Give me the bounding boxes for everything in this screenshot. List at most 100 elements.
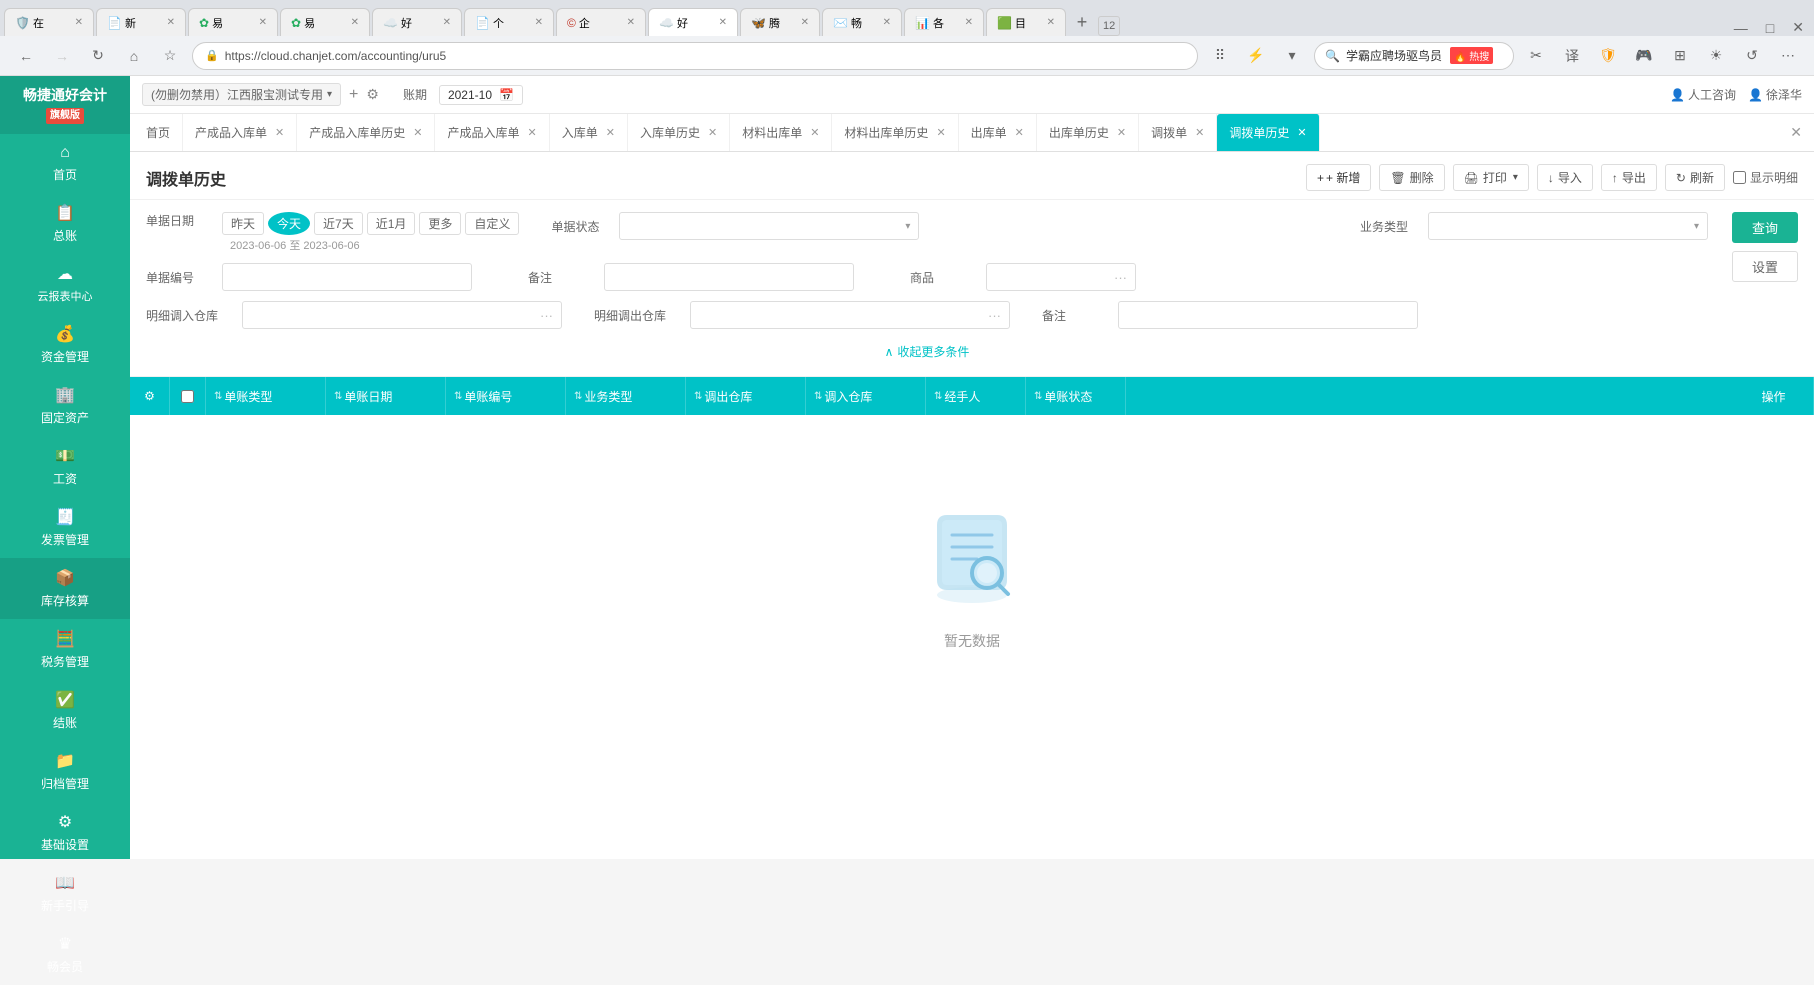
export-btn[interactable]: ↑ 导出 [1601, 164, 1657, 191]
company-select[interactable]: (勿删勿禁用）江西服宝测试专用 ▾ [142, 83, 341, 106]
extensions-icon[interactable]: ⠿ [1206, 42, 1234, 70]
goods-input-area[interactable]: ··· [986, 263, 1136, 291]
th-biz-type[interactable]: ⇅ 业务类型 [566, 377, 686, 415]
sidebar-item-invoice[interactable]: 🧾 发票管理 [0, 497, 130, 558]
nav-tab-in[interactable]: 入库单 ✕ [550, 114, 628, 152]
tab-close-5[interactable]: ✕ [443, 17, 451, 28]
date-btn-today[interactable]: 今天 [268, 212, 310, 235]
tab-close-10[interactable]: ✕ [883, 17, 891, 28]
th-bill-date[interactable]: ⇅ 单账日期 [326, 377, 446, 415]
tab-close-6[interactable]: ✕ [535, 17, 543, 28]
dropdown-btn[interactable]: ▾ [1278, 42, 1306, 70]
tab-close-8[interactable]: ✕ [719, 17, 727, 28]
back-btn[interactable]: ← [12, 42, 40, 70]
sidebar-item-settings[interactable]: ⚙ 基础设置 [0, 802, 130, 863]
display-checkbox[interactable] [1733, 171, 1746, 184]
print-dropdown-icon[interactable]: ▾ [1513, 172, 1518, 183]
lightning-icon[interactable]: ⚡ [1242, 42, 1270, 70]
forward-btn[interactable]: → [48, 42, 76, 70]
tab-x-material-out[interactable]: ✕ [810, 126, 819, 139]
tab-close-3[interactable]: ✕ [259, 17, 267, 28]
sidebar-item-assets[interactable]: 🏢 固定资产 [0, 375, 130, 436]
tab-x-material-out-hist[interactable]: ✕ [936, 126, 945, 139]
translate-icon[interactable]: 译 [1558, 42, 1586, 70]
browser-tab-8[interactable]: ☁️ 好 ✕ [648, 8, 738, 36]
home-btn[interactable]: ⌂ [120, 42, 148, 70]
nav-tab-out-hist[interactable]: 出库单历史 ✕ [1037, 114, 1139, 152]
refresh-browser-btn[interactable]: ↻ [84, 42, 112, 70]
tab-x-transfer-hist[interactable]: ✕ [1297, 126, 1306, 139]
nav-tab-transfer[interactable]: 调拨单 ✕ [1139, 114, 1217, 152]
date-btn-1month[interactable]: 近1月 [367, 212, 416, 235]
tab-close-9[interactable]: ✕ [801, 17, 809, 28]
scissor-icon[interactable]: ✂ [1522, 42, 1550, 70]
sidebar-item-guide[interactable]: 📖 新手引导 [0, 863, 130, 924]
tab-x-product-in[interactable]: ✕ [275, 126, 284, 139]
sidebar-item-close[interactable]: ✅ 结账 [0, 680, 130, 741]
close-btn[interactable]: ✕ [1786, 19, 1810, 36]
import-btn[interactable]: ↓ 导入 [1537, 164, 1593, 191]
maximize-btn[interactable]: □ [1760, 20, 1780, 36]
grid-icon[interactable]: ⊞ [1666, 42, 1694, 70]
tab-x-in-hist[interactable]: ✕ [708, 126, 717, 139]
browser-tab-3[interactable]: ✿ 易 ✕ [188, 8, 278, 36]
detail-in-more-icon[interactable]: ··· [540, 308, 553, 323]
nav-tab-product-in-2[interactable]: 产成品入库单 ✕ [435, 114, 549, 152]
tab-close-7[interactable]: ✕ [627, 17, 635, 28]
date-btn-7days[interactable]: 近7天 [314, 212, 363, 235]
new-tab-btn[interactable]: + [1068, 8, 1096, 36]
browser-tab-5[interactable]: ☁️ 好 ✕ [372, 8, 462, 36]
print-btn[interactable]: 🖨 打印 ▾ [1453, 164, 1529, 191]
remark2-input[interactable] [1118, 301, 1418, 329]
browser-tab-9[interactable]: 🦋 腾 ✕ [740, 8, 820, 36]
tab-close-4[interactable]: ✕ [351, 17, 359, 28]
th-checkbox[interactable] [170, 377, 206, 415]
th-in-warehouse[interactable]: ⇅ 调入仓库 [806, 377, 926, 415]
detail-in-input[interactable]: ··· [242, 301, 562, 329]
user-service-btn[interactable]: 👤 人工咨询 [1670, 86, 1736, 103]
browser-tab-7[interactable]: © 企 ✕ [556, 8, 646, 36]
sidebar-logo[interactable]: 畅捷通好会计 旗舰版 [0, 76, 130, 134]
nav-tab-home[interactable]: 首页 [134, 114, 183, 152]
nav-tab-out[interactable]: 出库单 ✕ [959, 114, 1037, 152]
select-all-checkbox[interactable] [181, 390, 194, 403]
tab-close-2[interactable]: ✕ [167, 17, 175, 28]
close-all-btn[interactable]: ✕ [1782, 124, 1810, 141]
theme-icon[interactable]: ☀ [1702, 42, 1730, 70]
query-btn[interactable]: 查询 [1732, 212, 1798, 243]
search-bar[interactable]: 🔍 学霸应聘场驱鸟员 🔥 热搜 [1314, 42, 1514, 70]
th-gear[interactable]: ⚙ [130, 377, 170, 415]
goods-more-icon[interactable]: ··· [1114, 270, 1127, 285]
date-btn-more[interactable]: 更多 [419, 212, 461, 235]
sidebar-item-report[interactable]: ☁ 云报表中心 [0, 254, 130, 314]
tab-x-product-in-hist[interactable]: ✕ [413, 126, 422, 139]
browser-tab-10[interactable]: ✉️ 畅 ✕ [822, 8, 902, 36]
new-btn[interactable]: + + 新增 [1306, 164, 1371, 191]
sidebar-item-salary[interactable]: 💵 工资 [0, 436, 130, 497]
address-bar[interactable]: 🔒 https://cloud.chanjet.com/accounting/u… [192, 42, 1198, 70]
sidebar-item-archive[interactable]: 📁 归档管理 [0, 741, 130, 802]
browser-tab-2[interactable]: 📄 新 ✕ [96, 8, 186, 36]
star-btn[interactable]: ☆ [156, 42, 184, 70]
user-avatar[interactable]: 👤 徐泽华 [1748, 86, 1802, 103]
nav-tab-material-out[interactable]: 材料出库单 ✕ [730, 114, 832, 152]
filter-settings-btn[interactable]: 设置 [1732, 251, 1798, 282]
period-value[interactable]: 2021-10 📅 [439, 85, 523, 105]
nav-tab-transfer-hist[interactable]: 调拨单历史 ✕ [1217, 114, 1319, 152]
browser-tab-4[interactable]: ✿ 易 ✕ [280, 8, 370, 36]
sidebar-item-ledger[interactable]: 📋 总账 [0, 193, 130, 254]
th-out-warehouse[interactable]: ⇅ 调出仓库 [686, 377, 806, 415]
nav-tab-in-hist[interactable]: 入库单历史 ✕ [628, 114, 730, 152]
tab-close-11[interactable]: ✕ [965, 17, 973, 28]
tab-close-1[interactable]: ✕ [75, 17, 83, 28]
nav-tab-material-out-hist[interactable]: 材料出库单历史 ✕ [832, 114, 958, 152]
tab-x-transfer[interactable]: ✕ [1195, 126, 1204, 139]
display-toggle[interactable]: 显示明细 [1733, 169, 1798, 186]
tab-x-out[interactable]: ✕ [1015, 126, 1024, 139]
th-bill-no[interactable]: ⇅ 单账编号 [446, 377, 566, 415]
add-company-btn[interactable]: + [349, 86, 358, 104]
sidebar-item-inventory[interactable]: 📦 库存核算 [0, 558, 130, 619]
browser-tab-6[interactable]: 📄 个 ✕ [464, 8, 554, 36]
game-icon[interactable]: 🎮 [1630, 42, 1658, 70]
nav-tab-product-in-hist[interactable]: 产成品入库单历史 ✕ [297, 114, 435, 152]
